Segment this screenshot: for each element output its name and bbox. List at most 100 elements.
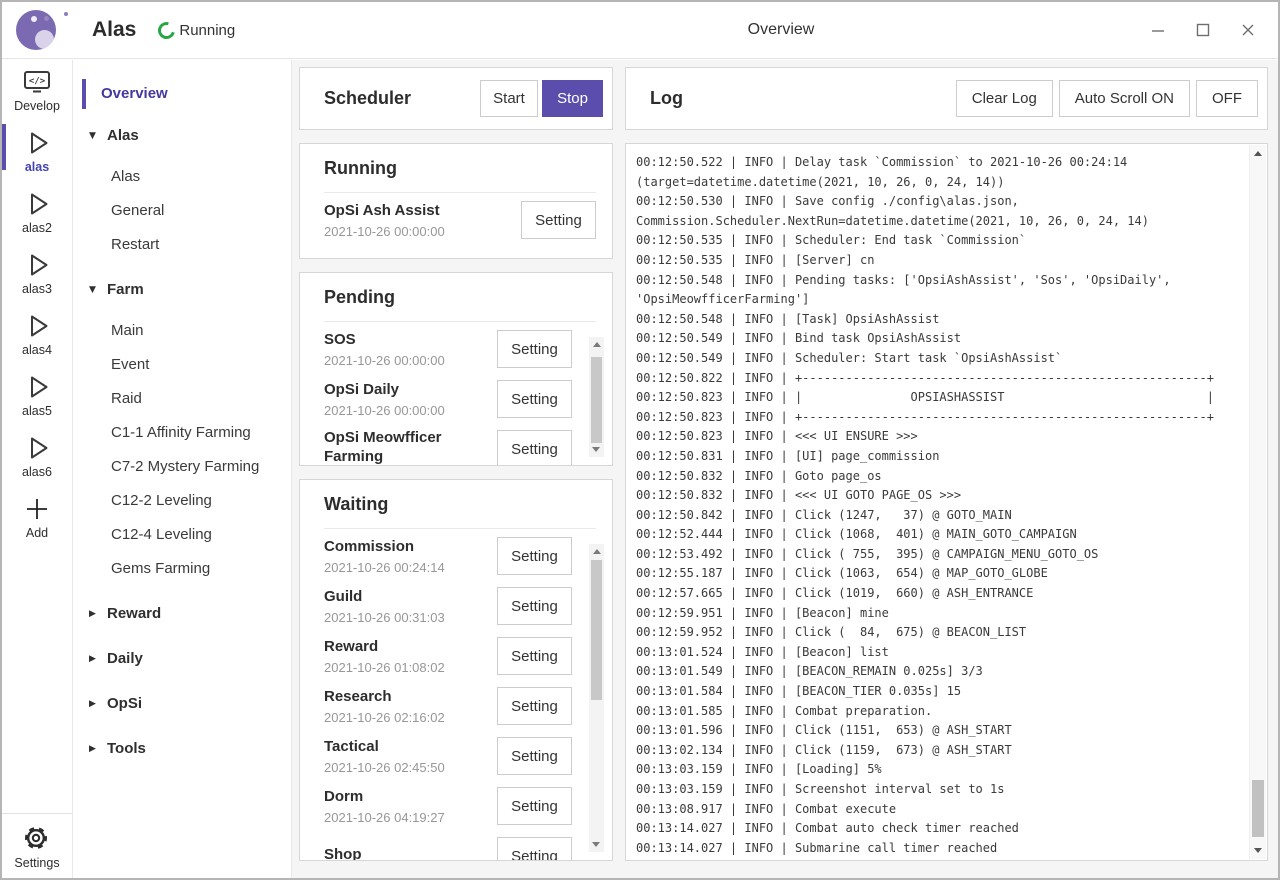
sidebar-group-label: Alas (107, 127, 139, 145)
task-name: Reward (324, 637, 484, 656)
task-info: OpSi Daily 2021-10-26 00:00:00 (324, 380, 484, 418)
alas-window: Alas Running Overview </> (0, 0, 1280, 880)
autoscroll-on-button[interactable]: Auto Scroll ON (1059, 80, 1190, 117)
rail-instances: alas alas2 alas3 alas4 alas5 alas6 (2, 121, 72, 487)
rail-item-alas2[interactable]: alas2 (2, 182, 72, 243)
scroll-up-icon[interactable] (593, 342, 601, 347)
navigation-sidebar: Overview ▼ Alas Alas General Restart ▼ F… (73, 60, 292, 878)
setting-button[interactable]: Setting (497, 330, 572, 368)
setting-button[interactable]: Setting (497, 380, 572, 418)
task-next-run-time: 2021-10-26 02:45:50 (324, 760, 484, 775)
rail-item-develop[interactable]: </> Develop (2, 60, 72, 121)
scrollbar-thumb[interactable] (591, 357, 602, 443)
rail-instance-label: alas5 (22, 404, 52, 418)
scrollbar-thumb[interactable] (591, 560, 602, 700)
plus-icon (22, 494, 52, 524)
sidebar-item-general[interactable]: General (73, 202, 291, 220)
setting-button[interactable]: Setting (497, 430, 572, 466)
play-icon (22, 311, 52, 341)
scrollbar-thumb[interactable] (1252, 780, 1264, 837)
pending-scrollbar[interactable] (589, 337, 604, 457)
sidebar-item-raid[interactable]: Raid (73, 390, 291, 408)
sidebar-item-c7-2-mystery-farming[interactable]: C7-2 Mystery Farming (73, 458, 291, 476)
task-name: Shop (324, 845, 484, 862)
sidebar-group-reward[interactable]: ▶ Reward (73, 605, 291, 623)
waiting-title: Waiting (324, 494, 596, 529)
sidebar-item-label: Overview (101, 85, 168, 102)
maximize-button[interactable] (1180, 2, 1225, 58)
task-info: Research 2021-10-26 02:16:02 (324, 687, 484, 725)
rail-item-alas[interactable]: alas (2, 121, 72, 182)
clear-log-button[interactable]: Clear Log (956, 80, 1053, 117)
scheduler-column: Scheduler Start Stop Running OpSi Ash As… (299, 67, 613, 861)
sidebar-group-tools[interactable]: ▶ Tools (73, 740, 291, 758)
triangle-icon: ▶ (89, 605, 107, 623)
sidebar-group-label: Daily (107, 650, 143, 668)
task-info: SOS 2021-10-26 00:00:00 (324, 330, 484, 368)
scroll-down-icon[interactable] (592, 842, 600, 847)
sidebar-item-event[interactable]: Event (73, 356, 291, 374)
task-row: Tactical 2021-10-26 02:45:50 Setting (324, 731, 572, 781)
setting-button[interactable]: Setting (497, 537, 572, 575)
setting-button[interactable]: Setting (497, 637, 572, 675)
triangle-icon: ▼ (89, 127, 107, 145)
setting-button[interactable]: Setting (497, 837, 572, 861)
scroll-up-icon[interactable] (593, 549, 601, 554)
sidebar-group-opsi[interactable]: ▶ OpSi (73, 695, 291, 713)
close-button[interactable] (1225, 2, 1270, 58)
setting-button[interactable]: Setting (497, 587, 572, 625)
task-row: OpSi Ash Assist 2021-10-26 00:00:00 Sett… (324, 195, 596, 245)
sidebar-item-restart[interactable]: Restart (73, 236, 291, 254)
scheduler-title: Scheduler (324, 88, 480, 109)
alas-logo-icon (16, 10, 56, 50)
logo-speck (64, 12, 68, 16)
task-info: Reward 2021-10-26 01:08:02 (324, 637, 484, 675)
rail-item-add[interactable]: Add (2, 487, 72, 548)
stop-button[interactable]: Stop (542, 80, 603, 117)
sidebar-item-c12-2-leveling[interactable]: C12-2 Leveling (73, 492, 291, 510)
pending-task-list: SOS 2021-10-26 00:00:00 Setting OpSi Dai… (324, 324, 572, 466)
task-next-run-time: 2021-10-26 02:16:02 (324, 710, 484, 725)
autoscroll-off-button[interactable]: OFF (1196, 80, 1258, 117)
sidebar-group-daily[interactable]: ▶ Daily (73, 650, 291, 668)
task-row: Research 2021-10-26 02:16:02 Setting (324, 681, 572, 731)
sidebar-group-label: Tools (107, 740, 146, 758)
task-next-run-time: 2021-10-26 01:08:02 (324, 660, 484, 675)
gear-icon (22, 824, 52, 854)
minimize-button[interactable] (1135, 2, 1180, 58)
sidebar-item-gems-farming[interactable]: Gems Farming (73, 560, 291, 578)
setting-button[interactable]: Setting (497, 737, 572, 775)
instance-rail: </> Develop alas alas2 alas3 alas4 (2, 60, 73, 878)
rail-instance-label: alas3 (22, 282, 52, 296)
waiting-scrollbar[interactable] (589, 544, 604, 852)
scroll-down-icon[interactable] (592, 447, 600, 452)
scroll-up-icon[interactable] (1254, 151, 1262, 156)
task-next-run-time: 2021-10-26 04:19:27 (324, 810, 484, 825)
page-title: Overview (748, 21, 815, 39)
sidebar-group-farm[interactable]: ▼ Farm (73, 281, 291, 299)
task-info: Dorm 2021-10-26 04:19:27 (324, 787, 484, 825)
waiting-task-list: Commission 2021-10-26 00:24:14 Setting G… (324, 531, 572, 861)
rail-item-alas4[interactable]: alas4 (2, 304, 72, 365)
rail-item-alas6[interactable]: alas6 (2, 426, 72, 487)
rail-item-settings[interactable]: Settings (2, 813, 72, 878)
start-button[interactable]: Start (480, 80, 538, 117)
setting-button[interactable]: Setting (497, 787, 572, 825)
scroll-down-icon[interactable] (1254, 848, 1262, 853)
setting-button[interactable]: Setting (497, 687, 572, 725)
log-scrollbar[interactable] (1249, 145, 1266, 859)
rail-item-alas3[interactable]: alas3 (2, 243, 72, 304)
setting-button[interactable]: Setting (521, 201, 596, 239)
sidebar-item-alas[interactable]: Alas (73, 168, 291, 186)
sidebar-item-c12-4-leveling[interactable]: C12-4 Leveling (73, 526, 291, 544)
rail-instance-label: alas4 (22, 343, 52, 357)
sidebar-item-main[interactable]: Main (73, 322, 291, 340)
rail-item-alas5[interactable]: alas5 (2, 365, 72, 426)
task-row: OpSi Daily 2021-10-26 00:00:00 Setting (324, 374, 572, 424)
sidebar-group-alas[interactable]: ▼ Alas (73, 127, 291, 145)
waiting-section: Waiting Commission 2021-10-26 00:24:14 S… (299, 479, 613, 861)
running-task-list: OpSi Ash Assist 2021-10-26 00:00:00 Sett… (324, 195, 596, 245)
sidebar-group-label: Farm (107, 281, 144, 299)
sidebar-item-c1-1-affinity-farming[interactable]: C1-1 Affinity Farming (73, 424, 291, 442)
sidebar-item-overview[interactable]: Overview (73, 82, 291, 106)
